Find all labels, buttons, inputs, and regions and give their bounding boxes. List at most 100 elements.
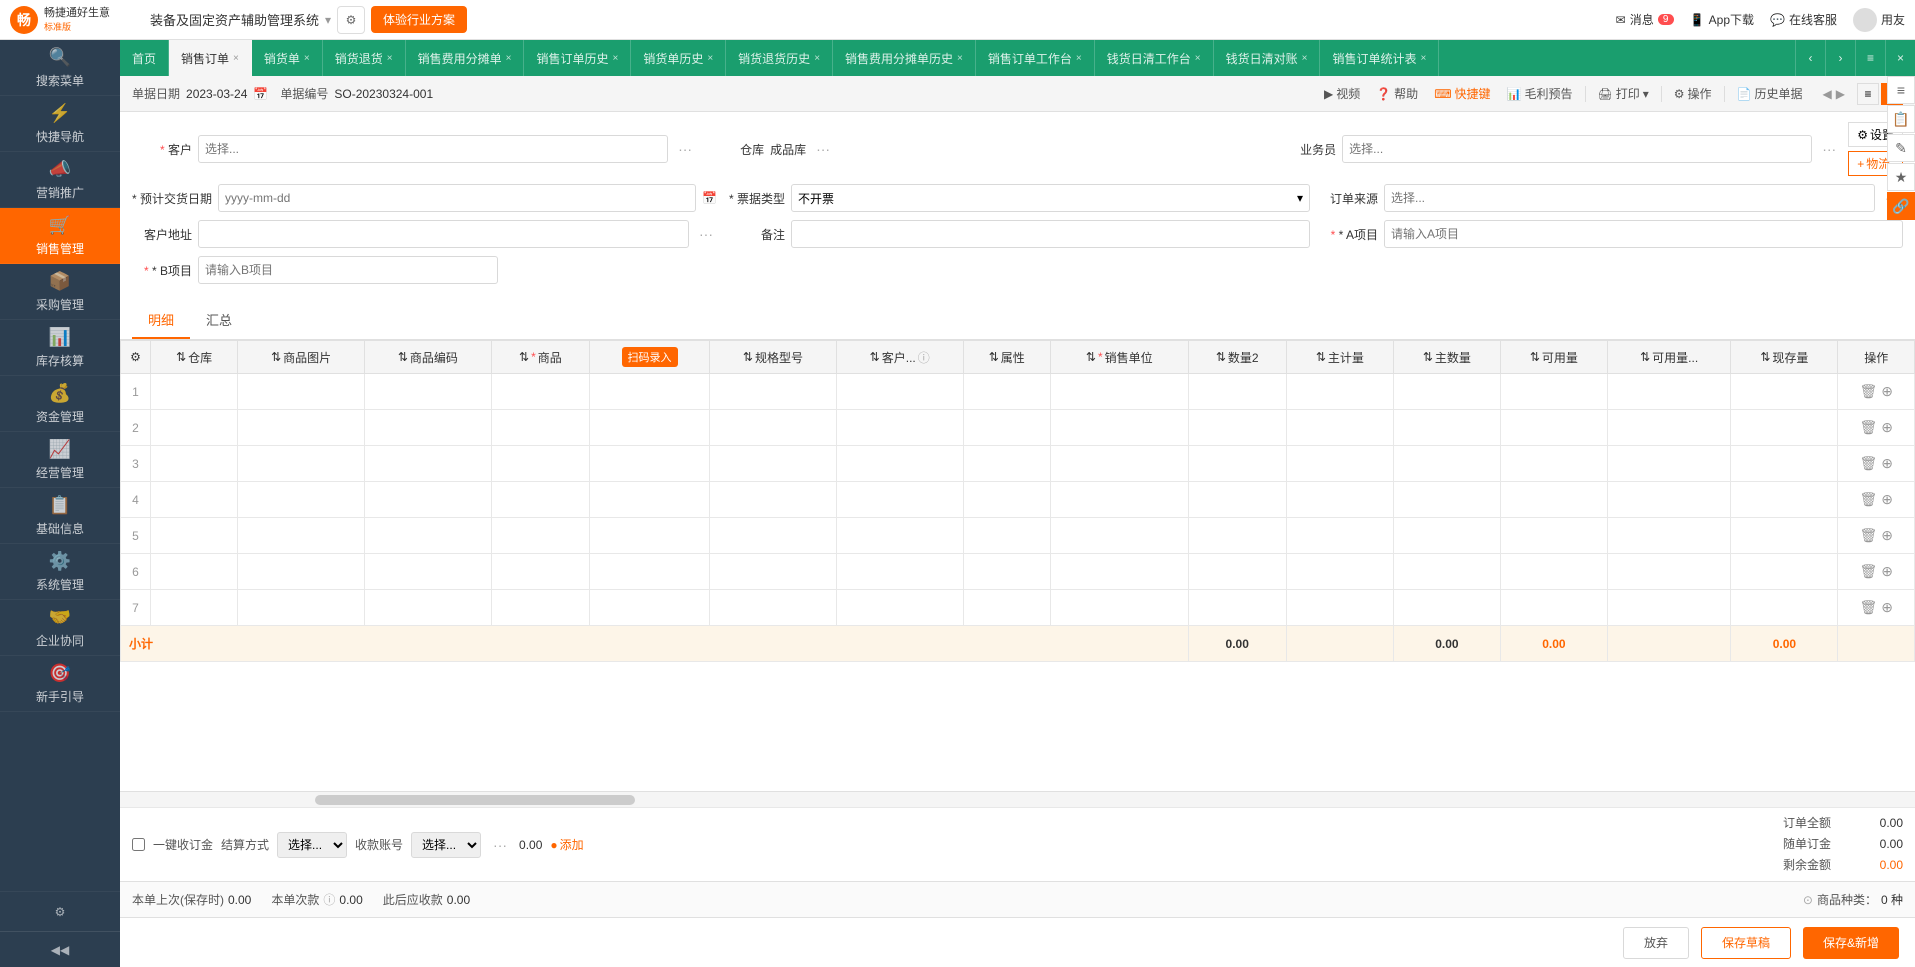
cell-product-5[interactable]	[491, 518, 589, 554]
cell-scan-1[interactable]	[590, 374, 710, 410]
cell-available-3[interactable]	[1500, 446, 1607, 482]
sidebar-item-sales[interactable]: 🛒 销售管理	[0, 208, 120, 264]
sidebar-item-purchase[interactable]: 📦 采购管理	[0, 264, 120, 320]
tab-cost-history-close[interactable]: ×	[957, 53, 963, 64]
add-payment-btn[interactable]: ● 添加	[550, 836, 583, 853]
cell-available-1[interactable]	[1500, 374, 1607, 410]
tab-order-workbench[interactable]: 销售订单工作台 ×	[976, 40, 1095, 76]
tab-order-history[interactable]: 销售订单历史 ×	[524, 40, 631, 76]
delete-row-1[interactable]: 🗑	[1859, 383, 1877, 400]
tab-sales-invoice[interactable]: 销货单 ×	[252, 40, 323, 76]
draft-btn[interactable]: 保存草稿	[1701, 927, 1791, 959]
cell-unit-7[interactable]	[1050, 590, 1188, 626]
cell-product-2[interactable]	[491, 410, 589, 446]
copy-row-2[interactable]: ⊕	[1881, 419, 1893, 436]
account-dots-btn[interactable]: ···	[489, 837, 511, 853]
order-source-input[interactable]	[1384, 184, 1875, 212]
customer-dots-btn[interactable]: ···	[674, 141, 696, 157]
cell-spec-5[interactable]	[710, 518, 837, 554]
cell-spec-4[interactable]	[710, 482, 837, 518]
cell-available2-2[interactable]	[1607, 410, 1730, 446]
industry-btn[interactable]: 体验行业方案	[371, 6, 467, 33]
tab-next-btn[interactable]: ›	[1825, 40, 1855, 76]
cell-stock-6[interactable]	[1731, 554, 1838, 590]
th-main-unit[interactable]: ⇅ 主计量	[1286, 341, 1393, 374]
shortcut-btn[interactable]: ⌨ 快捷键	[1430, 82, 1494, 105]
cell-main-qty-2[interactable]	[1393, 410, 1500, 446]
tab-return-history-close[interactable]: ×	[814, 53, 820, 64]
cell-available2-3[interactable]	[1607, 446, 1730, 482]
cell-customer-3[interactable]	[836, 446, 963, 482]
cell-main-unit-2[interactable]	[1286, 410, 1393, 446]
tab-daily-reconcile-close[interactable]: ×	[1302, 53, 1308, 64]
discard-btn[interactable]: 放弃	[1623, 927, 1689, 959]
cell-sku-6[interactable]	[365, 554, 492, 590]
cell-customer-6[interactable]	[836, 554, 963, 590]
cell-stock-3[interactable]	[1731, 446, 1838, 482]
print-btn[interactable]: 🖨 打印 ▾	[1594, 82, 1653, 105]
cell-sku-3[interactable]	[365, 446, 492, 482]
cell-scan-6[interactable]	[590, 554, 710, 590]
address-input[interactable]	[198, 220, 689, 248]
cell-unit-3[interactable]	[1050, 446, 1188, 482]
copy-row-6[interactable]: ⊕	[1881, 563, 1893, 580]
tab-prev-btn[interactable]: ‹	[1795, 40, 1825, 76]
cell-image-5[interactable]	[238, 518, 365, 554]
right-panel-btn-4[interactable]: ★	[1887, 163, 1915, 191]
calendar-icon[interactable]: 📅	[253, 87, 268, 101]
th-sku[interactable]: ⇅ 商品编码	[365, 341, 492, 374]
account-select[interactable]: 选择...	[411, 832, 481, 858]
cell-customer-4[interactable]	[836, 482, 963, 518]
cell-available2-6[interactable]	[1607, 554, 1730, 590]
cell-available2-4[interactable]	[1607, 482, 1730, 518]
cell-main-unit-4[interactable]	[1286, 482, 1393, 518]
delete-row-4[interactable]: 🗑	[1859, 491, 1877, 508]
cell-qty2-4[interactable]	[1188, 482, 1286, 518]
online-service-btn[interactable]: 💬 在线客服	[1770, 11, 1837, 28]
cell-qty2-6[interactable]	[1188, 554, 1286, 590]
scroll-thumb[interactable]	[315, 795, 635, 805]
right-panel-btn-2[interactable]: 📋	[1887, 105, 1915, 133]
tab-return-close[interactable]: ×	[387, 53, 393, 64]
cell-warehouse-6[interactable]	[151, 554, 238, 590]
cell-sku-1[interactable]	[365, 374, 492, 410]
cell-customer-5[interactable]	[836, 518, 963, 554]
cell-warehouse-3[interactable]	[151, 446, 238, 482]
cell-scan-5[interactable]	[590, 518, 710, 554]
cell-attr-6[interactable]	[963, 554, 1050, 590]
tab-statistics[interactable]: 销售订单统计表 ×	[1320, 40, 1439, 76]
cell-unit-5[interactable]	[1050, 518, 1188, 554]
cell-image-2[interactable]	[238, 410, 365, 446]
sidebar-item-marketing[interactable]: 📣 营销推广	[0, 152, 120, 208]
cell-product-3[interactable]	[491, 446, 589, 482]
invoice-select[interactable]: 不开票 ▾	[791, 184, 1310, 212]
cell-qty2-2[interactable]	[1188, 410, 1286, 446]
tab-menu-btn[interactable]: ≡	[1855, 40, 1885, 76]
cell-warehouse-7[interactable]	[151, 590, 238, 626]
tab-statistics-close[interactable]: ×	[1420, 53, 1426, 64]
tab-home[interactable]: 首页	[120, 40, 169, 76]
cell-scan-4[interactable]	[590, 482, 710, 518]
cell-stock-4[interactable]	[1731, 482, 1838, 518]
cell-unit-2[interactable]	[1050, 410, 1188, 446]
cell-main-unit-5[interactable]	[1286, 518, 1393, 554]
warehouse-dots-btn[interactable]: ···	[812, 141, 834, 157]
app-download-btn[interactable]: 📱 App下载	[1690, 11, 1754, 28]
cell-stock-5[interactable]	[1731, 518, 1838, 554]
cell-spec-7[interactable]	[710, 590, 837, 626]
messages-btn[interactable]: ✉ 消息 9	[1616, 11, 1674, 28]
cell-warehouse-2[interactable]	[151, 410, 238, 446]
cell-main-qty-6[interactable]	[1393, 554, 1500, 590]
sidebar-settings-btn[interactable]: ⚙	[0, 891, 120, 931]
copy-row-4[interactable]: ⊕	[1881, 491, 1893, 508]
cell-sku-2[interactable]	[365, 410, 492, 446]
tab-sales-order[interactable]: 销售订单 ×	[169, 40, 252, 76]
th-warehouse[interactable]: ⇅ 仓库	[151, 341, 238, 374]
cell-customer-1[interactable]	[836, 374, 963, 410]
tab-invoice-history[interactable]: 销货单历史 ×	[631, 40, 726, 76]
tab-summary[interactable]: 汇总	[190, 302, 248, 339]
list-view-btn[interactable]: ≡	[1857, 83, 1879, 105]
scan-entry-btn[interactable]: 扫码录入	[622, 347, 678, 367]
delete-row-6[interactable]: 🗑	[1859, 563, 1877, 580]
th-stock[interactable]: ⇅ 现存量	[1731, 341, 1838, 374]
